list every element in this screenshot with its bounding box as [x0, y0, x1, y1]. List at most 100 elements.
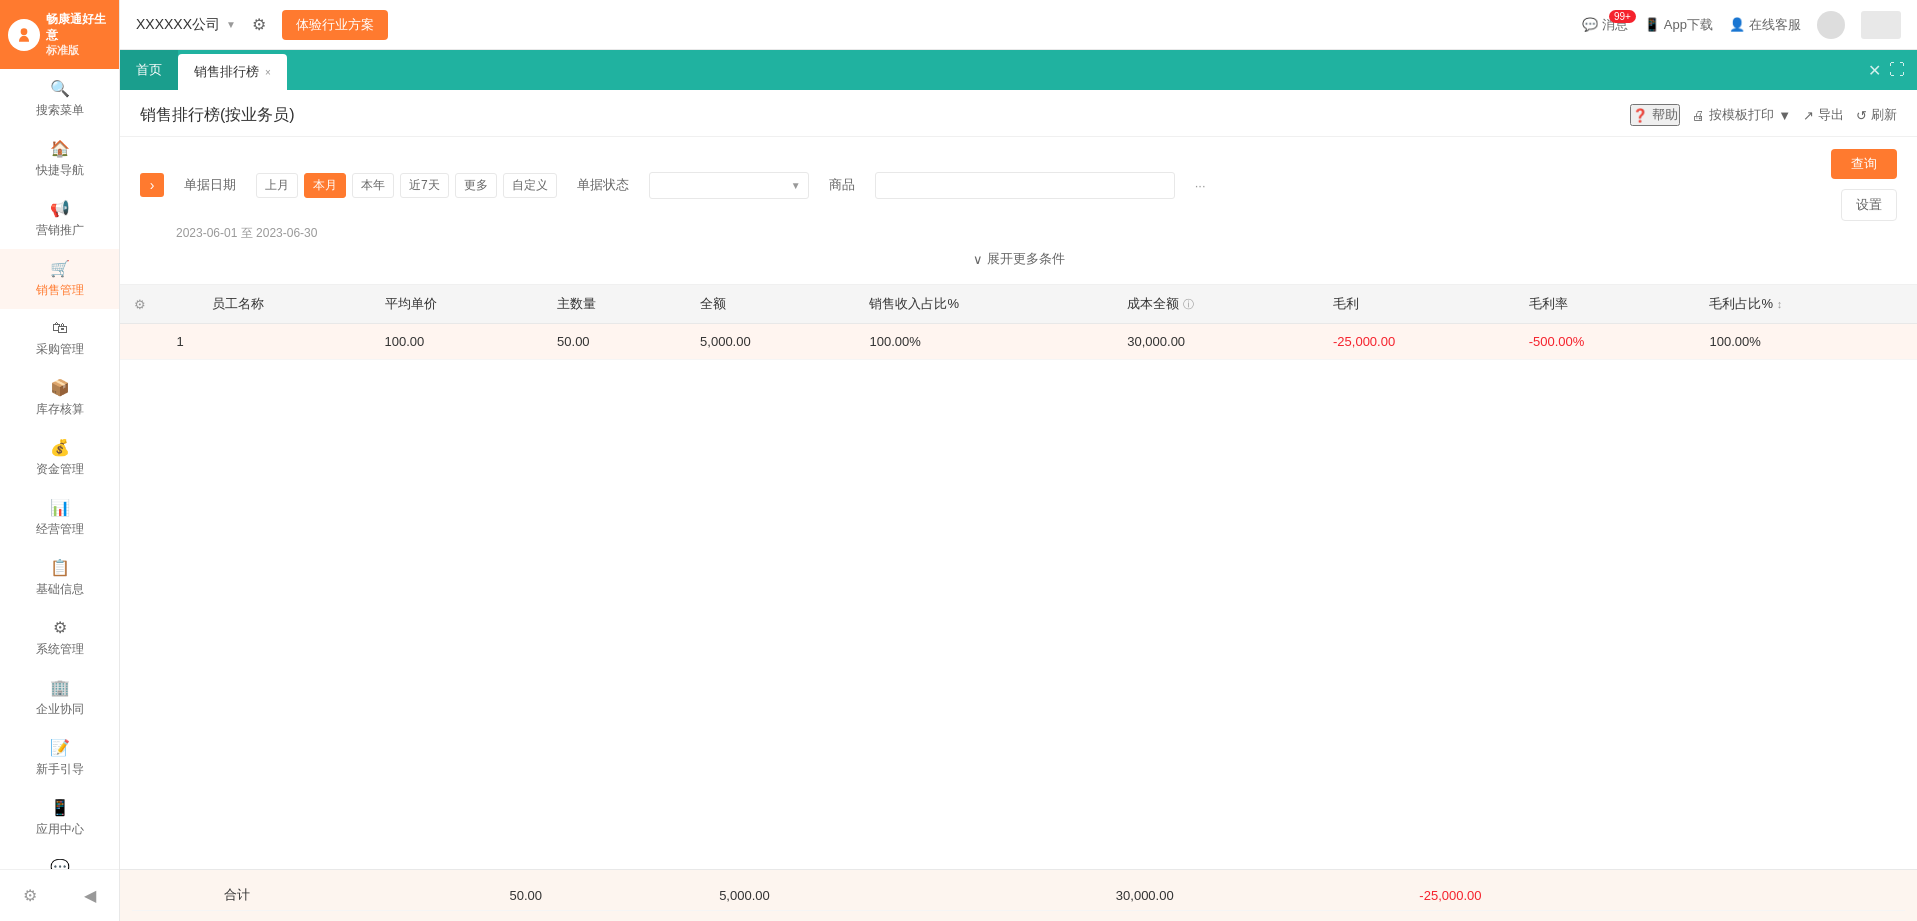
online-service-btn[interactable]: 👤 在线客服: [1729, 16, 1801, 34]
date-btn-last-7days[interactable]: 近7天: [400, 173, 449, 198]
sidebar-item-label: 资金管理: [36, 461, 84, 478]
export-icon: ↗: [1803, 108, 1814, 123]
gross-pct-info-icon[interactable]: ↕: [1777, 298, 1783, 310]
sidebar-item-apps[interactable]: 📱 应用中心: [0, 788, 119, 848]
filter-expand-row: ∨ 展开更多条件: [140, 242, 1897, 272]
footer-amount: 5,000.00: [707, 880, 984, 911]
sidebar-item-operations[interactable]: 📊 经营管理: [0, 488, 119, 548]
sidebar-item-label: 采购管理: [36, 341, 84, 358]
bottom-settings-btn[interactable]: ⚙: [17, 880, 43, 911]
footer-gross-pct-empty: [1816, 880, 1905, 911]
export-btn[interactable]: ↗ 导出: [1803, 106, 1844, 124]
set-button[interactable]: 设置: [1841, 189, 1897, 221]
filter-area: › 单据日期 上月 本月 本年 近7天 更多 自定义 单据状态: [120, 137, 1917, 285]
table-header: ⚙ 员工名称 平均单价 主数量 全额 销售收入占比% 成本全额 ⓘ 毛利 毛利率…: [120, 285, 1917, 324]
logo-icon: [8, 19, 40, 51]
wechat-icon: 💬: [50, 858, 70, 869]
sidebar-item-marketing[interactable]: 📢 营销推广: [0, 189, 119, 249]
user-avatar[interactable]: [1817, 11, 1845, 39]
refresh-btn[interactable]: ↺ 刷新: [1856, 106, 1897, 124]
app-download-btn[interactable]: 📱 App下载: [1644, 16, 1713, 34]
topbar-settings-icon[interactable]: ⚙: [252, 15, 266, 34]
refresh-icon: ↺: [1856, 108, 1867, 123]
sidebar-item-label: 营销推广: [36, 222, 84, 239]
tabbar: 首页 销售排行榜 × ✕ ⛶: [120, 50, 1917, 90]
sidebar-item-label: 新手引导: [36, 761, 84, 778]
query-button[interactable]: 查询: [1831, 149, 1897, 179]
help-btn[interactable]: ❓ 帮助: [1630, 104, 1680, 126]
collapse-sidebar-btn[interactable]: ◀: [78, 880, 102, 911]
col-settings[interactable]: ⚙: [120, 285, 160, 324]
date-btn-current-year[interactable]: 本年: [352, 173, 394, 198]
sidebar-item-guide[interactable]: 📝 新手引导: [0, 728, 119, 788]
sidebar-item-finance[interactable]: 💰 资金管理: [0, 428, 119, 488]
svg-point-0: [21, 28, 28, 35]
status-select[interactable]: [649, 172, 809, 199]
date-btn-current-month[interactable]: 本月: [304, 173, 346, 198]
tab-active-label: 销售排行榜: [194, 63, 259, 81]
inventory-icon: 📦: [50, 378, 70, 397]
service-icon: 👤: [1729, 17, 1745, 32]
tab-home[interactable]: 首页: [120, 50, 178, 90]
sidebar-item-sales[interactable]: 🛒 销售管理: [0, 249, 119, 309]
filter-expand-left-btn[interactable]: ›: [140, 173, 164, 197]
template-print-btn[interactable]: 🖨 按模板打印 ▼: [1692, 106, 1791, 124]
footer-table: 合计 50.00 5,000.00 30,000.00 -25,000.00: [132, 880, 1905, 911]
col-gross-pct: 毛利占比% ↕: [1697, 285, 1917, 324]
sidebar-item-enterprise[interactable]: 🏢 企业协同: [0, 668, 119, 728]
tab-close-all-btn[interactable]: ✕: [1868, 61, 1881, 80]
sidebar-item-label: 应用中心: [36, 821, 84, 838]
chevron-right-icon: ›: [150, 177, 155, 193]
date-btn-prev-month[interactable]: 上月: [256, 173, 298, 198]
print-dropdown-icon: ▼: [1778, 108, 1791, 123]
col-gross-rate: 毛利率: [1517, 285, 1698, 324]
service-label: 在线客服: [1749, 16, 1801, 34]
page-title: 销售排行榜(按业务员): [140, 105, 295, 126]
sidebar-item-quick-nav[interactable]: 🏠 快捷导航: [0, 129, 119, 189]
row-gross: -25,000.00: [1321, 324, 1517, 360]
more-filter-btn[interactable]: ···: [1195, 178, 1206, 193]
date-btn-custom[interactable]: 自定义: [503, 173, 557, 198]
sidebar-item-basic[interactable]: 📋 基础信息: [0, 548, 119, 608]
message-badge: 99+: [1609, 10, 1636, 23]
content: 销售排行榜(按业务员) ❓ 帮助 🖨 按模板打印 ▼ ↗ 导出: [120, 90, 1917, 921]
row-employee-name: [200, 324, 373, 360]
sidebar-item-label: 搜索菜单: [36, 102, 84, 119]
sales-icon: 🛒: [50, 259, 70, 278]
tab-expand-btn[interactable]: ⛶: [1889, 61, 1905, 79]
topbar-right: 💬 消息 99+ 📱 App下载 👤 在线客服: [1582, 11, 1901, 39]
tab-sales-rank[interactable]: 销售排行榜 ×: [178, 54, 287, 90]
goods-input[interactable]: [875, 172, 1175, 199]
expand-more-btn[interactable]: ∨ 展开更多条件: [973, 250, 1065, 268]
date-btn-more[interactable]: 更多: [455, 173, 497, 198]
data-table: ⚙ 员工名称 平均单价 主数量 全额 销售收入占比% 成本全额 ⓘ 毛利 毛利率…: [120, 285, 1917, 360]
sidebar-item-system[interactable]: ⚙ 系统管理: [0, 608, 119, 668]
chevron-down-icon: ∨: [973, 252, 983, 267]
tab-close-icon[interactable]: ×: [265, 67, 271, 78]
col-avg-price: 平均单价: [373, 285, 546, 324]
goods-filter-label: 商品: [829, 176, 855, 194]
cost-info-icon[interactable]: ⓘ: [1183, 298, 1194, 310]
sidebar-item-search[interactable]: 🔍 搜索菜单: [0, 69, 119, 129]
row-avg-price: 100.00: [373, 324, 546, 360]
company-selector[interactable]: XXXXXX公司 ▼: [136, 16, 236, 34]
row-qty: 50.00: [545, 324, 688, 360]
user-name-area[interactable]: [1861, 11, 1901, 39]
date-range-display: 2023-06-01 至 2023-06-30: [140, 225, 1897, 242]
marketing-icon: 📢: [50, 199, 70, 218]
sidebar-item-inventory[interactable]: 📦 库存核算: [0, 368, 119, 428]
message-icon: 💬: [1582, 17, 1598, 32]
message-btn[interactable]: 💬 消息 99+: [1582, 16, 1628, 34]
footer-gross: -25,000.00: [1407, 880, 1727, 911]
sidebar-item-wechat[interactable]: 💬 企业微信: [0, 848, 119, 869]
sidebar-nav: 🔍 搜索菜单 🏠 快捷导航 📢 营销推广 🛒 销售管理 🛍 采购管理 📦 库存核…: [0, 69, 119, 869]
table-area: ⚙ 员工名称 平均单价 主数量 全额 销售收入占比% 成本全额 ⓘ 毛利 毛利率…: [120, 285, 1917, 577]
search-icon: 🔍: [50, 79, 70, 98]
sidebar-item-purchase[interactable]: 🛍 采购管理: [0, 309, 119, 368]
table-body: 1 100.00 50.00 5,000.00 100.00% 30,000.0…: [120, 324, 1917, 360]
trial-industry-button[interactable]: 体验行业方案: [282, 10, 388, 40]
action-btns: 查询 设置: [1831, 149, 1897, 221]
content-inner: 销售排行榜(按业务员) ❓ 帮助 🖨 按模板打印 ▼ ↗ 导出: [120, 90, 1917, 921]
col-gross: 毛利: [1321, 285, 1517, 324]
footer-total-label: 合计: [212, 880, 397, 911]
